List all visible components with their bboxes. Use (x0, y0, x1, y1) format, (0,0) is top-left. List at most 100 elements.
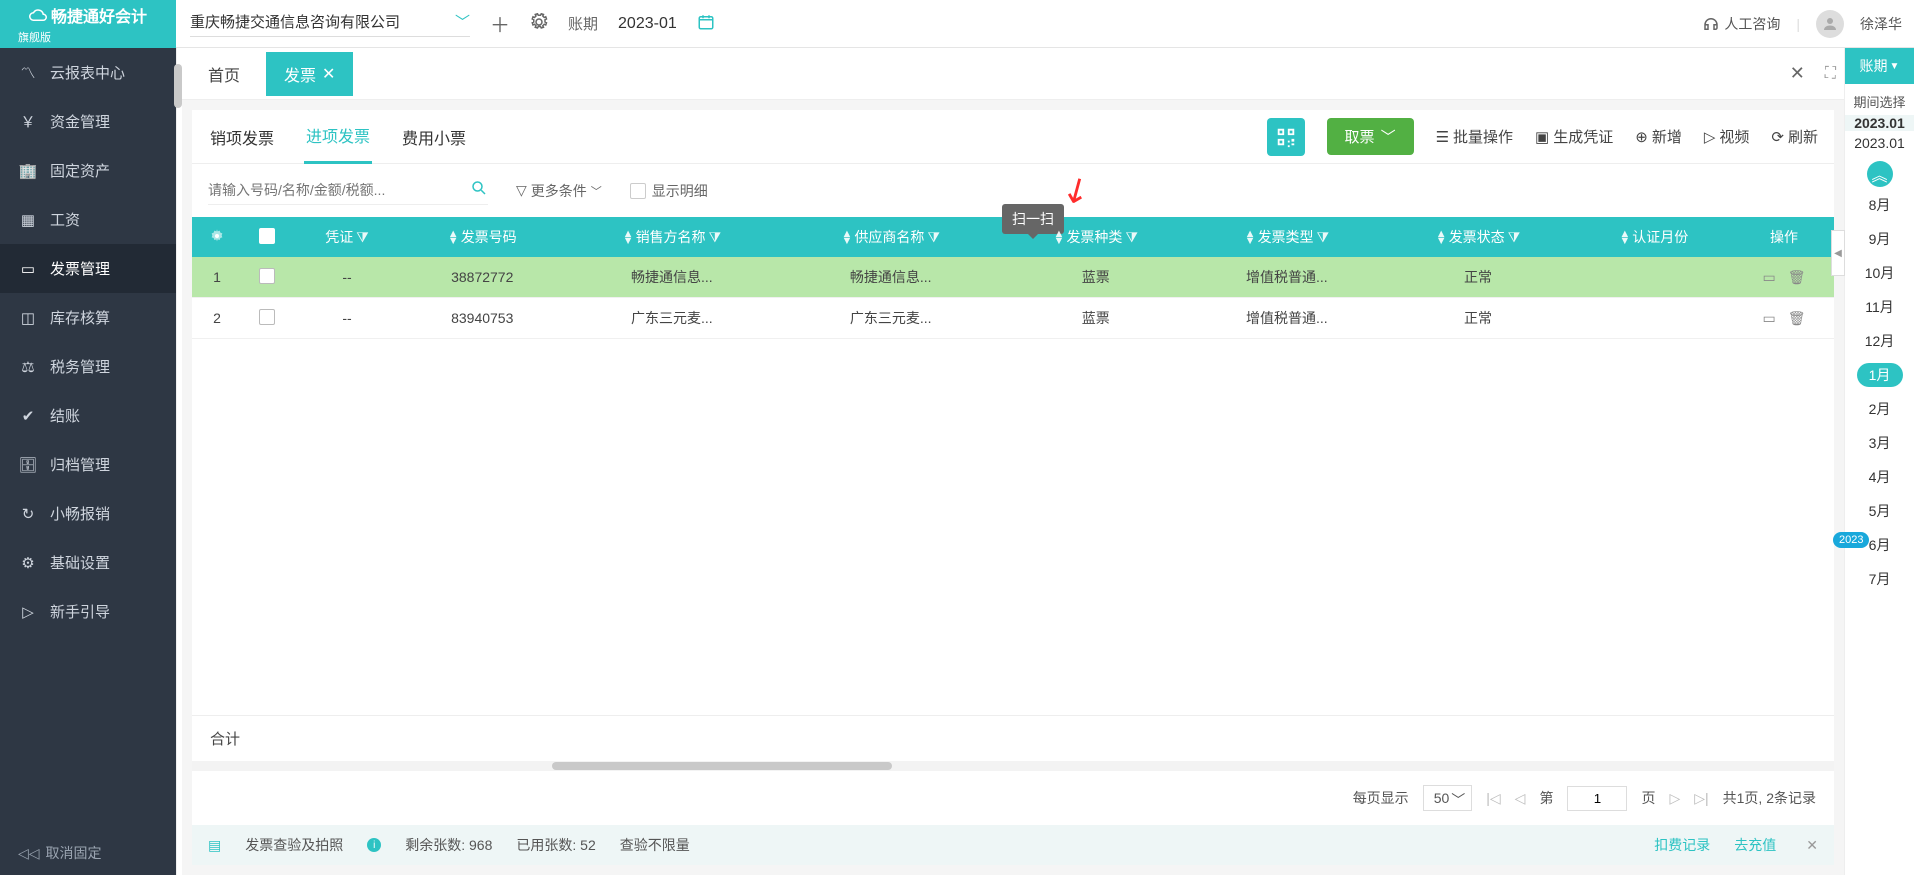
fullscreen-icon[interactable]: ⛶ (1825, 65, 1836, 83)
month-10月[interactable]: 10月 (1845, 261, 1914, 285)
add-button[interactable]: ⊕新增 (1635, 126, 1682, 147)
col-auth-month[interactable]: ▲▼认证月份 (1574, 217, 1734, 257)
recharge-link[interactable]: 去充值 (1734, 835, 1776, 855)
pin-icon: ◁◁ (18, 845, 40, 862)
col-seller[interactable]: ▲▼销售方名称⧩ (562, 217, 781, 257)
sidebar-item-reimburse[interactable]: ↻小畅报销 (0, 489, 176, 538)
last-page-icon[interactable]: ▷| (1694, 790, 1708, 807)
month-8月[interactable]: 8月 (1845, 193, 1914, 217)
sidebar-item-building[interactable]: 🏢固定资产 (0, 146, 176, 195)
page-input[interactable] (1567, 786, 1627, 811)
period-value: 2023-01 (618, 15, 677, 33)
panel-collapse[interactable]: ◀ (1831, 230, 1845, 276)
checkbox-icon (630, 183, 646, 199)
sidebar-item-invoice[interactable]: ▭发票管理 (0, 244, 176, 293)
sort-icon: ▲▼ (448, 231, 459, 245)
sidebar-item-check[interactable]: ✔结账 (0, 391, 176, 440)
sidebar-item-guide[interactable]: ▷新手引导 (0, 587, 176, 636)
tax-icon: ⚖ (18, 358, 38, 376)
col-status[interactable]: ▲▼发票状态⧩ (1382, 217, 1573, 257)
gear-icon[interactable] (530, 13, 548, 35)
view-icon[interactable]: ▭ (1762, 269, 1775, 285)
first-page-icon[interactable]: |◁ (1486, 790, 1500, 807)
list-icon: ☰ (1436, 128, 1449, 146)
refresh-icon: ⟳ (1771, 128, 1784, 146)
month-2月[interactable]: 2月 (1845, 397, 1914, 421)
close-icon[interactable]: ✕ (1806, 837, 1818, 854)
month-4月[interactable]: 4月 (1845, 465, 1914, 489)
sidebar-scrollbar[interactable] (174, 64, 182, 108)
month-3月[interactable]: 3月 (1845, 431, 1914, 455)
tab-invoice[interactable]: 发票 ✕ (266, 52, 353, 96)
refresh-button[interactable]: ⟳刷新 (1771, 126, 1818, 147)
funnel-icon: ⧩ (709, 229, 722, 245)
sidebar-item-settings[interactable]: ⚙基础设置 (0, 538, 176, 587)
gear-icon (209, 228, 225, 244)
consult-link[interactable]: 人工咨询 (1702, 14, 1780, 34)
fee-record-link[interactable]: 扣费记录 (1654, 835, 1710, 855)
col-type[interactable]: ▲▼发票类型⧩ (1191, 217, 1382, 257)
box-icon: ◫ (18, 309, 38, 327)
month-11月[interactable]: 11月 (1845, 295, 1914, 319)
horizontal-scrollbar[interactable] (192, 761, 1834, 771)
funnel-icon: ⧩ (927, 229, 940, 245)
invoice-table: 凭证⧩ ▲▼发票号码 ▲▼销售方名称⧩ ▲▼供应商名称⧩ ▲▼发票种类⧩ ▲▼发… (192, 217, 1834, 339)
settings-icon: ⚙ (18, 554, 38, 572)
col-gear[interactable] (192, 217, 242, 257)
sidebar-item-table[interactable]: ▦工资 (0, 195, 176, 244)
sidebar-item-box[interactable]: ◫库存核算 (0, 293, 176, 342)
per-page-label: 每页显示 (1353, 788, 1409, 808)
video-button[interactable]: ▷视频 (1704, 126, 1750, 147)
month-7月[interactable]: 7月 (1845, 567, 1914, 591)
sidebar-item-archive[interactable]: 🗄归档管理 (0, 440, 176, 489)
col-voucher[interactable]: 凭证⧩ (292, 217, 402, 257)
month-9月[interactable]: 9月 (1845, 227, 1914, 251)
pick-invoice-button[interactable]: 取票 ﹀ (1327, 118, 1414, 155)
show-detail-checkbox[interactable]: 显示明细 (630, 181, 708, 201)
tab-home[interactable]: 首页 (190, 52, 258, 96)
month-5月[interactable]: 5月 (1845, 499, 1914, 523)
info-icon[interactable]: i (367, 838, 381, 852)
subtab-receipt[interactable]: 费用小票 (400, 111, 468, 163)
month-1月[interactable]: 1月 (1857, 363, 1903, 387)
next-page-icon[interactable]: ▷ (1669, 790, 1680, 807)
close-icon[interactable]: ✕ (322, 64, 335, 84)
sidebar-item-chart[interactable]: 〽云报表中心 (0, 48, 176, 97)
delete-icon[interactable]: 🗑 (1788, 310, 1806, 326)
period-from[interactable]: 2023.01 (1845, 115, 1914, 131)
add-icon[interactable]: ＋ (490, 9, 510, 38)
row-checkbox[interactable] (259, 309, 275, 325)
more-filters[interactable]: ▽ 更多条件 ﹀ (516, 181, 602, 201)
scroll-up-button[interactable]: ︽ (1867, 161, 1893, 187)
view-icon[interactable]: ▭ (1762, 310, 1775, 326)
funnel-icon: ⧩ (1317, 229, 1330, 245)
per-page-select[interactable]: 50﹀ (1423, 785, 1473, 811)
table-row[interactable]: 2--83940753广东三元麦...广东三元麦...蓝票增值税普通...正常▭… (192, 298, 1834, 339)
close-all-icon[interactable]: ✕ (1784, 57, 1811, 90)
subtab-sales[interactable]: 销项发票 (208, 111, 276, 163)
delete-icon[interactable]: 🗑 (1788, 269, 1806, 285)
search-input[interactable] (208, 176, 462, 204)
batch-button[interactable]: ☰批量操作 (1436, 126, 1513, 147)
sidebar-item-tax[interactable]: ⚖税务管理 (0, 342, 176, 391)
sort-icon: ▲▼ (1436, 231, 1447, 245)
avatar[interactable] (1816, 10, 1844, 38)
unpin-button[interactable]: ◁◁ 取消固定 (0, 831, 176, 875)
scan-qr-button[interactable] (1267, 118, 1305, 156)
month-12月[interactable]: 12月 (1845, 329, 1914, 353)
subtab-purchase[interactable]: 进项发票 (304, 109, 372, 164)
sidebar-item-money[interactable]: ￥资金管理 (0, 97, 176, 146)
col-checkbox[interactable] (242, 217, 292, 257)
calendar-icon[interactable] (697, 13, 715, 35)
company-selector[interactable]: 重庆畅捷交通信息咨询有限公司 ﹀ (190, 11, 470, 37)
col-supplier[interactable]: ▲▼供应商名称⧩ (781, 217, 1000, 257)
row-checkbox[interactable] (259, 268, 275, 284)
voucher-icon: ▣ (1535, 128, 1549, 146)
period-to[interactable]: 2023.01 (1854, 135, 1905, 151)
gen-voucher-button[interactable]: ▣生成凭证 (1535, 126, 1613, 147)
period-button[interactable]: 账期▼ (1845, 48, 1914, 84)
prev-page-icon[interactable]: ◁ (1515, 790, 1526, 807)
col-invoice-no[interactable]: ▲▼发票号码 (402, 217, 562, 257)
table-row[interactable]: 1--38872772畅捷通信息...畅捷通信息...蓝票增值税普通...正常▭… (192, 257, 1834, 298)
search-icon[interactable] (470, 179, 488, 202)
